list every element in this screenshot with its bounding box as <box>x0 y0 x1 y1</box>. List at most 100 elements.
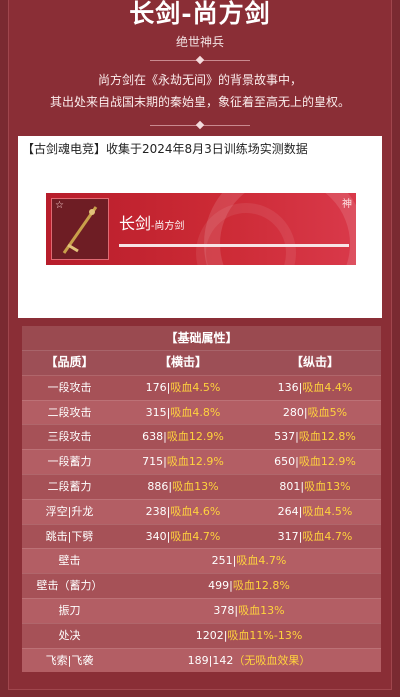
horizontal-damage: 315| <box>145 405 171 419</box>
divine-badge: 神 <box>342 199 352 210</box>
table-row: 飞索|飞袭 189|142（无吸血效果） <box>22 647 381 673</box>
horizontal-lifesteal: 吸血4.8% <box>170 405 221 419</box>
horizontal-damage: 886| <box>147 479 173 493</box>
weapon-card-bar <box>119 244 349 247</box>
horizontal-value: 315|吸血4.8% <box>117 401 249 425</box>
merged-value: 189|142（无吸血效果） <box>117 649 381 673</box>
vertical-value: 537|吸血12.8% <box>249 425 381 449</box>
story-line-1: 尚方剑在《永劫无间》的背景故事中， <box>97 73 302 87</box>
vertical-value: 264|吸血4.5% <box>249 500 381 524</box>
horizontal-lifesteal: 吸血13% <box>172 479 219 493</box>
table-row: 一段蓄力 715|吸血12.9% 650|吸血12.9% <box>22 449 381 474</box>
weapon-card[interactable]: ☆ 长剑-尚方剑 神 <box>46 193 356 265</box>
merged-value: 251|吸血4.7% <box>117 549 381 573</box>
vertical-value: 136|吸血4.4% <box>249 376 381 400</box>
vertical-damage: 801| <box>279 479 305 493</box>
horizontal-lifesteal: 吸血12.9% <box>166 430 224 444</box>
lifesteal-value: 吸血4.7% <box>236 554 287 568</box>
table-row: 二段攻击 315|吸血4.8% 280|吸血5% <box>22 399 381 425</box>
vertical-lifesteal: 吸血5% <box>307 405 348 419</box>
lifesteal-value: 吸血13% <box>238 603 285 617</box>
horizontal-value: 238|吸血4.6% <box>117 500 249 524</box>
horizontal-damage: 715| <box>142 455 167 469</box>
row-name: 一段攻击 <box>47 380 92 394</box>
table-body: 一段攻击 176|吸血4.5% 136|吸血4.4% 二段攻击 315|吸血4.8% 28… <box>22 374 381 673</box>
lifesteal-value: 吸血12.8% <box>232 579 290 593</box>
divider-bottom <box>150 120 250 130</box>
star-icon: ☆ <box>55 200 64 211</box>
horizontal-damage: 238| <box>145 504 171 518</box>
row-name: 处决 <box>58 628 81 642</box>
vertical-value: 317|吸血4.7% <box>249 525 381 549</box>
vertical-damage: 280| <box>282 405 308 419</box>
header-vertical: 【纵击】 <box>290 355 339 369</box>
vertical-damage: 136| <box>277 380 303 394</box>
damage-value: 499| <box>208 579 233 593</box>
page-title: 长剑-尚方剑 <box>129 0 271 28</box>
vertical-damage: 650| <box>274 455 299 469</box>
vertical-lifesteal: 吸血12.8% <box>298 430 356 444</box>
vertical-damage: 537| <box>274 430 299 444</box>
row-name: 振刀 <box>58 603 81 617</box>
horizontal-lifesteal: 吸血4.7% <box>170 529 221 543</box>
horizontal-value: 886|吸血13% <box>117 475 249 499</box>
damage-value: 251| <box>211 554 237 568</box>
weapon-panel: 【古剑魂电竞】收集于2024年8月3日训练场实测数据 ☆ 长剑-尚方剑 神 <box>18 136 382 318</box>
table-row: 三段攻击 638|吸血12.9% 537|吸血12.8% <box>22 424 381 450</box>
row-name: 二段蓄力 <box>47 479 92 493</box>
damage-value: 1202| <box>195 628 228 642</box>
weapon-name-main: 长剑 <box>119 214 152 233</box>
data-source-caption: 【古剑魂电竞】收集于2024年8月3日训练场实测数据 <box>22 142 308 156</box>
vertical-lifesteal: 吸血13% <box>304 479 351 493</box>
table-title: 【基础属性】 <box>22 326 381 350</box>
damage-value: 189|142 <box>187 653 234 667</box>
vertical-damage: 264| <box>277 504 303 518</box>
table-row: 壁击（蓄力） 499|吸血12.8% <box>22 573 381 598</box>
vertical-lifesteal: 吸血4.4% <box>302 380 353 394</box>
table-row: 二段蓄力 886|吸血13% 801|吸血13% <box>22 473 381 499</box>
vertical-value: 650|吸血12.9% <box>249 450 381 474</box>
weapon-thumbnail: ☆ <box>51 198 109 260</box>
lifesteal-value: （无吸血效果） <box>233 653 311 667</box>
row-name: 浮空|升龙 <box>45 504 94 518</box>
horizontal-damage: 638| <box>142 430 167 444</box>
vertical-damage: 317| <box>277 529 303 543</box>
row-name: 壁击 <box>58 554 81 568</box>
table-row: 一段攻击 176|吸血4.5% 136|吸血4.4% <box>22 374 381 400</box>
table-row: 跳击|下劈 340|吸血4.7% 317|吸血4.7% <box>22 523 381 549</box>
horizontal-value: 715|吸血12.9% <box>117 450 249 474</box>
lifesteal-value: 吸血11%-13% <box>227 628 303 642</box>
header-horizontal: 【横击】 <box>158 355 207 369</box>
merged-value: 499|吸血12.8% <box>117 574 381 598</box>
merged-value: 1202|吸血11%-13% <box>117 624 381 648</box>
row-name: 二段攻击 <box>47 405 92 419</box>
row-name: 飞索|飞袭 <box>45 653 94 667</box>
vertical-lifesteal: 吸血4.5% <box>302 504 353 518</box>
vertical-lifesteal: 吸血12.9% <box>298 455 356 469</box>
horizontal-value: 176|吸血4.5% <box>117 376 249 400</box>
header-quality: 【品质】 <box>45 355 94 369</box>
horizontal-value: 638|吸血12.9% <box>117 425 249 449</box>
table-header-row: 【品质】 【横击】 【纵击】 <box>22 350 381 375</box>
vertical-value: 801|吸血13% <box>249 475 381 499</box>
horizontal-damage: 176| <box>145 380 171 394</box>
horizontal-lifesteal: 吸血4.6% <box>170 504 221 518</box>
weapon-name: 长剑-尚方剑 <box>119 210 184 234</box>
vertical-value: 280|吸血5% <box>249 401 381 425</box>
divider-top <box>150 55 250 65</box>
story-line-2: 其出处来自战国末期的秦始皇，象征着至高无上的皇权。 <box>49 95 350 109</box>
merged-value: 378|吸血13% <box>117 599 381 623</box>
table-row: 浮空|升龙 238|吸血4.6% 264|吸血4.5% <box>22 498 381 524</box>
damage-value: 378| <box>213 603 239 617</box>
row-name: 跳击|下劈 <box>45 529 94 543</box>
row-name: 一段蓄力 <box>47 455 92 469</box>
table-row: 处决 1202|吸血11%-13% <box>22 622 381 648</box>
horizontal-value: 340|吸血4.7% <box>117 525 249 549</box>
horizontal-lifesteal: 吸血12.9% <box>166 455 224 469</box>
table-row: 壁击 251|吸血4.7% <box>22 548 381 574</box>
vertical-lifesteal: 吸血4.7% <box>302 529 353 543</box>
horizontal-lifesteal: 吸血4.5% <box>170 380 221 394</box>
attribute-table: 【基础属性】 【品质】 【横击】 【纵击】 一段攻击 176|吸血4.5% 136|… <box>22 326 381 673</box>
table-row: 振刀 378|吸血13% <box>22 597 381 623</box>
page-subtitle: 绝世神兵 <box>175 35 224 49</box>
